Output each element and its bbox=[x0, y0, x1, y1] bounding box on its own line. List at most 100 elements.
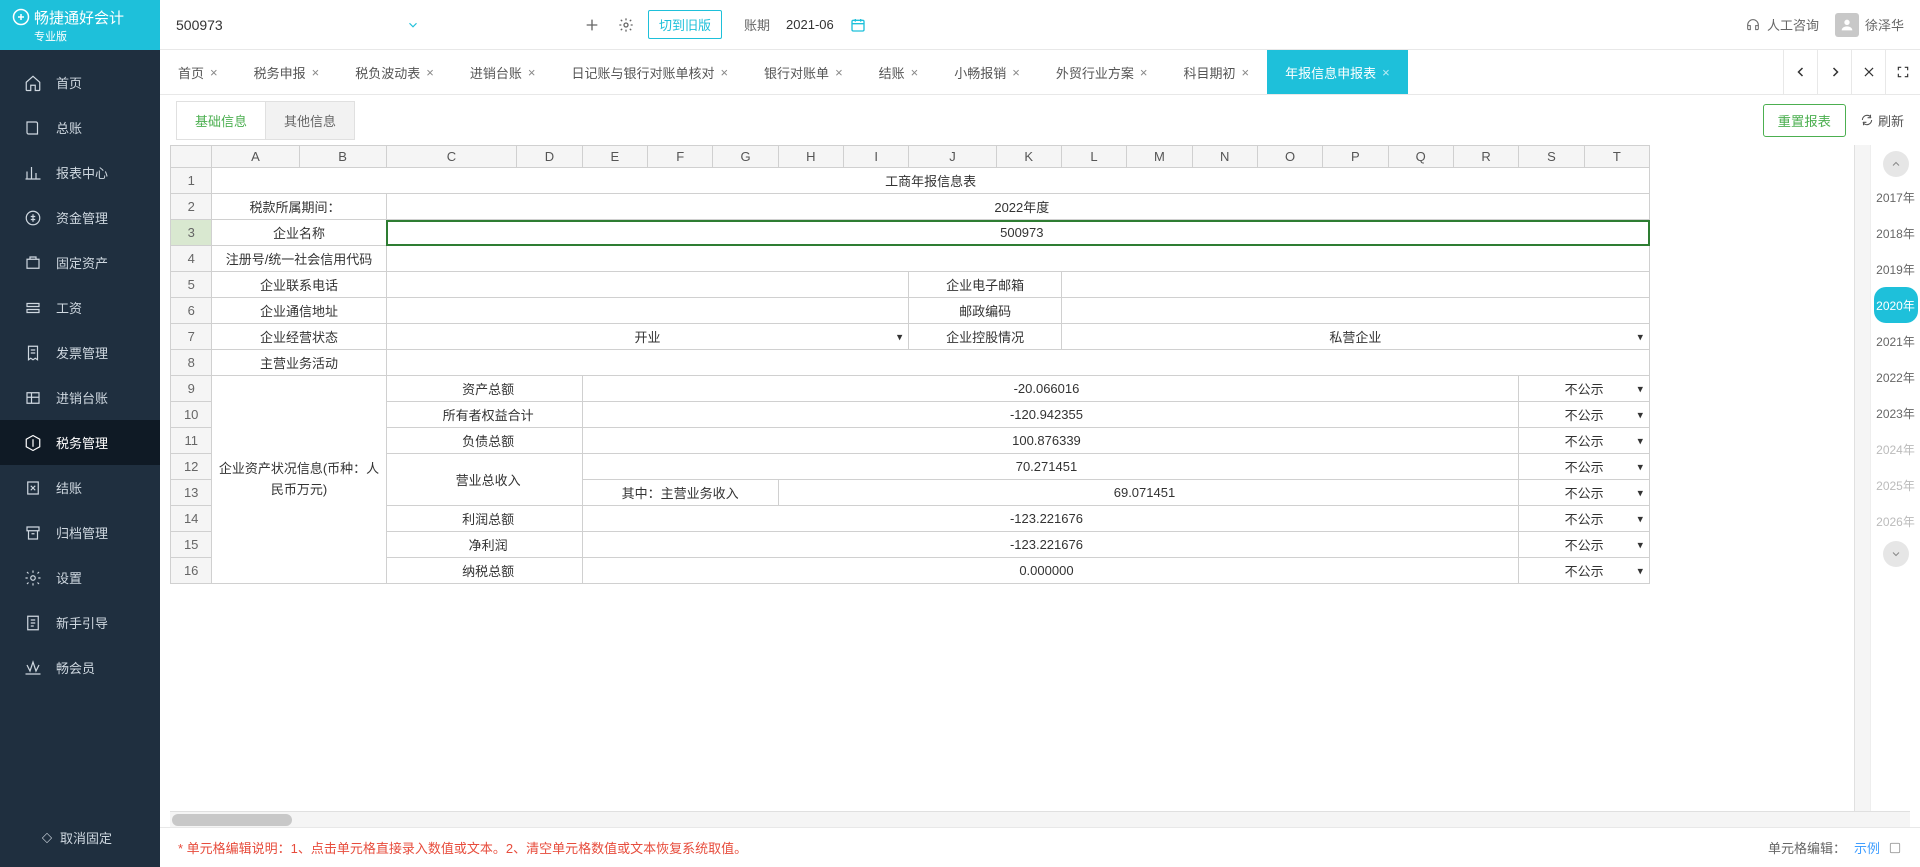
public-select-11[interactable]: 不公示 bbox=[1519, 428, 1650, 454]
holding-select[interactable]: 私营企业 bbox=[1061, 324, 1649, 350]
year-2025年[interactable]: 2025年 bbox=[1874, 467, 1918, 503]
nav-item-11[interactable]: 设置 bbox=[0, 555, 160, 600]
close-icon[interactable]: × bbox=[1140, 65, 1148, 80]
close-icon[interactable]: × bbox=[426, 65, 434, 80]
nav-item-1[interactable]: 总账 bbox=[0, 105, 160, 150]
public-select-15[interactable]: 不公示 bbox=[1519, 532, 1650, 558]
revenue-val[interactable]: 70.271451 bbox=[582, 454, 1519, 480]
example-link[interactable]: 示例 bbox=[1854, 838, 1880, 857]
reg-code-label[interactable]: 注册号/统一社会信用代码 bbox=[212, 246, 386, 272]
address-label[interactable]: 企业通信地址 bbox=[212, 298, 386, 324]
year-2022年[interactable]: 2022年 bbox=[1874, 359, 1918, 395]
tab-6[interactable]: 结账× bbox=[861, 50, 937, 94]
public-select-13[interactable]: 不公示 bbox=[1519, 480, 1650, 506]
row-1-hdr[interactable]: 1 bbox=[171, 168, 212, 194]
fullscreen-button[interactable] bbox=[1886, 50, 1920, 95]
tab-7[interactable]: 小畅报销× bbox=[936, 50, 1038, 94]
year-down-button[interactable] bbox=[1883, 541, 1909, 567]
year-2026年[interactable]: 2026年 bbox=[1874, 503, 1918, 539]
nav-item-7[interactable]: 进销台账 bbox=[0, 375, 160, 420]
phone-label[interactable]: 企业联系电话 bbox=[212, 272, 386, 298]
tax-val[interactable]: 0.000000 bbox=[582, 558, 1519, 584]
settings-icon[interactable] bbox=[614, 13, 638, 37]
tab-10[interactable]: 年报信息申报表× bbox=[1267, 50, 1408, 94]
public-select-9[interactable]: 不公示 bbox=[1519, 376, 1650, 402]
tax-label[interactable]: 纳税总额 bbox=[386, 558, 582, 584]
user-menu[interactable]: 徐泽华 bbox=[1835, 13, 1904, 37]
nav-item-10[interactable]: 归档管理 bbox=[0, 510, 160, 555]
company-name-label[interactable]: 企业名称 bbox=[212, 220, 386, 246]
tab-3[interactable]: 进销台账× bbox=[452, 50, 554, 94]
equity-val[interactable]: -120.942355 bbox=[582, 402, 1519, 428]
period-value-cell[interactable]: 2022年度 bbox=[386, 194, 1649, 220]
main-biz-cell[interactable] bbox=[386, 350, 1649, 376]
subtab-1[interactable]: 其他信息 bbox=[266, 102, 354, 139]
company-selector[interactable]: 500973 bbox=[176, 17, 396, 33]
reset-report-button[interactable]: 重置报表 bbox=[1763, 104, 1846, 137]
equity-label[interactable]: 所有者权益合计 bbox=[386, 402, 582, 428]
tab-5[interactable]: 银行对账单× bbox=[746, 50, 861, 94]
nav-item-13[interactable]: 畅会员 bbox=[0, 645, 160, 690]
holding-label[interactable]: 企业控股情况 bbox=[909, 324, 1061, 350]
add-button[interactable] bbox=[580, 13, 604, 37]
public-select-12[interactable]: 不公示 bbox=[1519, 454, 1650, 480]
public-select-14[interactable]: 不公示 bbox=[1519, 506, 1650, 532]
nav-item-6[interactable]: 发票管理 bbox=[0, 330, 160, 375]
year-2019年[interactable]: 2019年 bbox=[1874, 251, 1918, 287]
nav-item-3[interactable]: 资金管理 bbox=[0, 195, 160, 240]
tab-8[interactable]: 外贸行业方案× bbox=[1038, 50, 1166, 94]
close-icon[interactable]: × bbox=[911, 65, 919, 80]
tab-2[interactable]: 税负波动表× bbox=[337, 50, 452, 94]
close-icon[interactable]: × bbox=[312, 65, 320, 80]
nav-item-8[interactable]: 税务管理 bbox=[0, 420, 160, 465]
tab-9[interactable]: 科目期初× bbox=[1165, 50, 1267, 94]
revenue-label[interactable]: 营业总收入 bbox=[386, 454, 582, 506]
nav-item-4[interactable]: 固定资产 bbox=[0, 240, 160, 285]
close-icon[interactable]: × bbox=[835, 65, 843, 80]
close-icon[interactable]: × bbox=[528, 65, 536, 80]
public-select-16[interactable]: 不公示 bbox=[1519, 558, 1650, 584]
nav-item-2[interactable]: 报表中心 bbox=[0, 150, 160, 195]
spreadsheet[interactable]: ABCDEFGHIJKLMNOPQRST 1工商年报信息表 2税款所属期间：20… bbox=[170, 145, 1844, 811]
year-2018年[interactable]: 2018年 bbox=[1874, 215, 1918, 251]
status-label[interactable]: 企业经营状态 bbox=[212, 324, 386, 350]
year-2023年[interactable]: 2023年 bbox=[1874, 395, 1918, 431]
tab-scroll-right[interactable] bbox=[1818, 50, 1852, 95]
email-cell[interactable] bbox=[1061, 272, 1649, 298]
zip-label[interactable]: 邮政编码 bbox=[909, 298, 1061, 324]
asset-info-label[interactable]: 企业资产状况信息(币种：人民币万元) bbox=[212, 376, 386, 584]
year-up-button[interactable] bbox=[1883, 151, 1909, 177]
close-icon[interactable]: × bbox=[720, 65, 728, 80]
main-biz-label[interactable]: 主营业务活动 bbox=[212, 350, 386, 376]
period-value[interactable]: 2021-06 bbox=[786, 17, 834, 32]
close-icon[interactable]: × bbox=[1242, 65, 1250, 80]
support-button[interactable]: 人工咨询 bbox=[1745, 15, 1819, 34]
refresh-button[interactable]: 刷新 bbox=[1860, 111, 1904, 130]
nav-item-12[interactable]: 新手引导 bbox=[0, 600, 160, 645]
main-rev-val[interactable]: 69.071451 bbox=[778, 480, 1519, 506]
tab-4[interactable]: 日记账与银行对账单核对× bbox=[553, 50, 746, 94]
year-2021年[interactable]: 2021年 bbox=[1874, 323, 1918, 359]
close-icon[interactable]: × bbox=[1012, 65, 1020, 80]
zip-cell[interactable] bbox=[1061, 298, 1649, 324]
corner-cell[interactable] bbox=[171, 146, 212, 168]
tab-close-all[interactable] bbox=[1852, 50, 1886, 95]
sheet-title[interactable]: 工商年报信息表 bbox=[212, 168, 1650, 194]
nav-item-0[interactable]: 首页 bbox=[0, 60, 160, 105]
tab-0[interactable]: 首页× bbox=[160, 50, 236, 94]
phone-cell[interactable] bbox=[386, 272, 909, 298]
subtab-0[interactable]: 基础信息 bbox=[177, 102, 266, 139]
public-select-10[interactable]: 不公示 bbox=[1519, 402, 1650, 428]
old-version-button[interactable]: 切到旧版 bbox=[648, 10, 722, 39]
reg-code-cell[interactable] bbox=[386, 246, 1649, 272]
unpin-button[interactable]: 取消固定 bbox=[40, 828, 112, 847]
liabilities-label[interactable]: 负债总额 bbox=[386, 428, 582, 454]
year-2017年[interactable]: 2017年 bbox=[1874, 179, 1918, 215]
total-assets-val[interactable]: -20.066016 bbox=[582, 376, 1519, 402]
year-2024年[interactable]: 2024年 bbox=[1874, 431, 1918, 467]
vertical-scrollbar[interactable] bbox=[1854, 145, 1870, 811]
calendar-icon[interactable] bbox=[850, 17, 866, 33]
col-A[interactable]: A bbox=[212, 146, 299, 168]
year-2020年[interactable]: 2020年 bbox=[1874, 287, 1918, 323]
total-assets-label[interactable]: 资产总额 bbox=[386, 376, 582, 402]
